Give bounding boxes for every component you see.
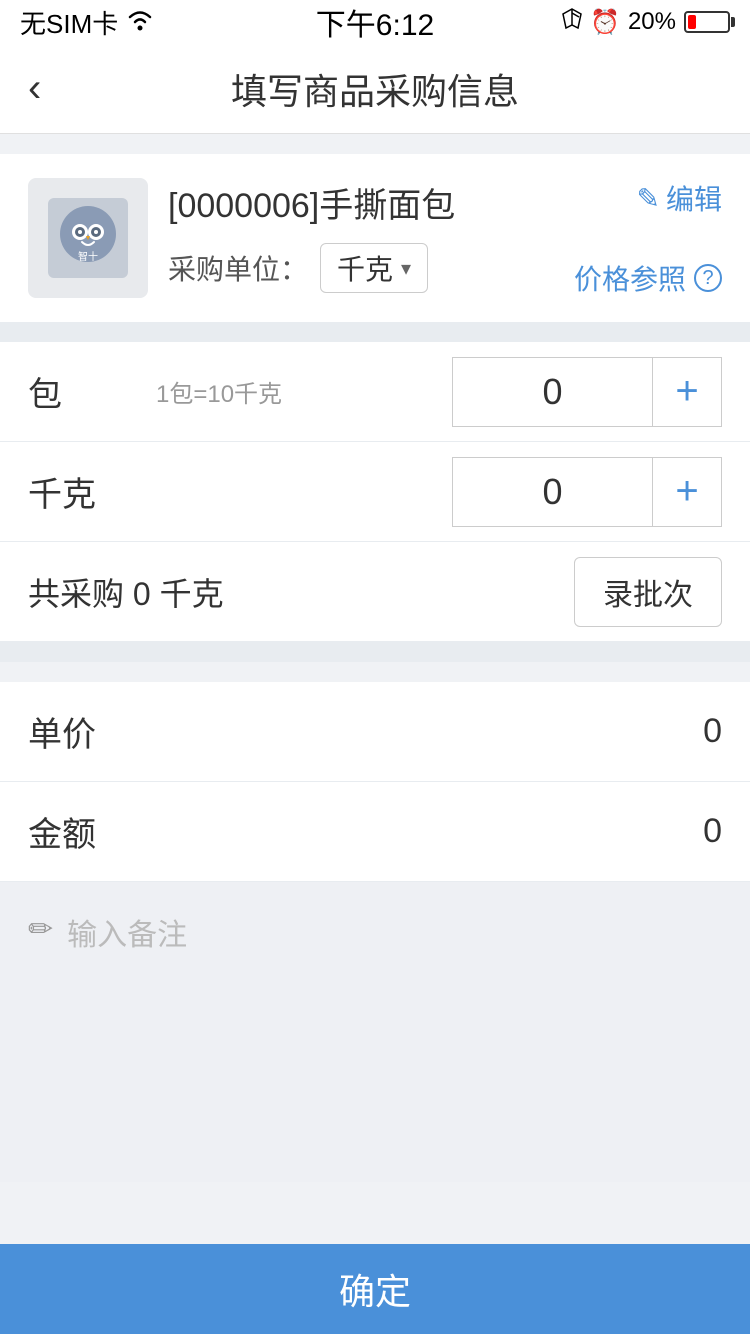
- kg-number-wrapper: +: [452, 457, 722, 527]
- status-bar-left: 无SIM卡: [20, 4, 154, 41]
- total-row: 共采购 0 千克 录批次: [0, 542, 750, 642]
- unit-price-value: 0: [703, 712, 722, 751]
- amount-value: 0: [703, 812, 722, 851]
- section-divider-1: [0, 322, 750, 342]
- unit-price-label: 单价: [28, 707, 703, 756]
- status-bar: 无SIM卡 下午6:12 ⏰ 20%: [0, 0, 750, 44]
- section-divider-2: [0, 642, 750, 662]
- notes-section[interactable]: ✏ 输入备注: [0, 882, 750, 1182]
- input-section: 包 1包=10千克 + 千克 + 共采购 0 千克 录批次: [0, 342, 750, 642]
- amount-label: 金额: [28, 807, 703, 856]
- location-icon: [562, 8, 582, 37]
- kg-input-row: 千克 +: [0, 442, 750, 542]
- chevron-down-icon: ▾: [401, 256, 411, 281]
- battery-percentage: 20%: [628, 8, 676, 36]
- bag-label: 包: [28, 367, 148, 416]
- kg-input[interactable]: [452, 457, 652, 527]
- product-image: 智十: [28, 178, 148, 298]
- unit-price-row: 单价 0: [0, 682, 750, 782]
- status-bar-right: ⏰ 20%: [562, 8, 730, 37]
- unit-value: 千克: [337, 248, 393, 288]
- back-button[interactable]: ‹: [28, 66, 41, 111]
- notes-placeholder: 输入备注: [67, 910, 187, 954]
- price-ref-button[interactable]: 价格参照 ?: [574, 258, 722, 298]
- total-unit: 千克: [160, 576, 224, 612]
- edit-label: 编辑: [666, 178, 722, 218]
- confirm-button[interactable]: 确定: [339, 1263, 411, 1315]
- edit-button[interactable]: ✎ 编辑: [637, 178, 722, 218]
- bag-sublabel: 1包=10千克: [156, 374, 282, 409]
- kg-plus-button[interactable]: +: [652, 457, 722, 527]
- svg-text:智十: 智十: [78, 250, 98, 263]
- pencil-icon: ✏: [28, 912, 53, 947]
- alarm-icon: ⏰: [590, 8, 620, 37]
- amount-row: 金额 0: [0, 782, 750, 882]
- battery-fill: [688, 15, 696, 29]
- carrier-label: 无SIM卡: [20, 4, 118, 41]
- status-bar-time: 下午6:12: [316, 0, 434, 44]
- wifi-icon: [126, 7, 154, 38]
- notes-inner: ✏ 输入备注: [28, 910, 722, 954]
- help-icon: ?: [694, 264, 722, 292]
- record-batch-button[interactable]: 录批次: [574, 557, 722, 627]
- main-content: 智十 [0000006]手撕面包 采购单位： 千克 ▾ ✎ 编辑 价格参照 ?: [0, 154, 750, 1272]
- product-logo: 智十: [58, 204, 118, 273]
- page-title: 填写商品采购信息: [231, 63, 519, 115]
- unit-label: 采购单位：: [168, 248, 308, 288]
- product-card: 智十 [0000006]手撕面包 采购单位： 千克 ▾ ✎ 编辑 价格参照 ?: [0, 154, 750, 322]
- price-ref-label: 价格参照: [574, 258, 686, 298]
- battery-icon: [684, 11, 730, 33]
- edit-icon: ✎: [637, 182, 660, 215]
- confirm-bar[interactable]: 确定: [0, 1244, 750, 1334]
- total-prefix: 共采购: [28, 576, 133, 612]
- total-amount: 0: [133, 576, 160, 612]
- unit-select[interactable]: 千克 ▾: [320, 243, 428, 293]
- total-text: 共采购 0 千克: [28, 569, 574, 615]
- bag-input[interactable]: [452, 357, 652, 427]
- nav-bar: ‹ 填写商品采购信息: [0, 44, 750, 134]
- bag-number-wrapper: +: [452, 357, 722, 427]
- pricing-section: 单价 0 金额 0: [0, 682, 750, 882]
- bag-plus-button[interactable]: +: [652, 357, 722, 427]
- product-image-inner: 智十: [48, 198, 128, 278]
- kg-label: 千克: [28, 467, 148, 516]
- bag-input-row: 包 1包=10千克 +: [0, 342, 750, 442]
